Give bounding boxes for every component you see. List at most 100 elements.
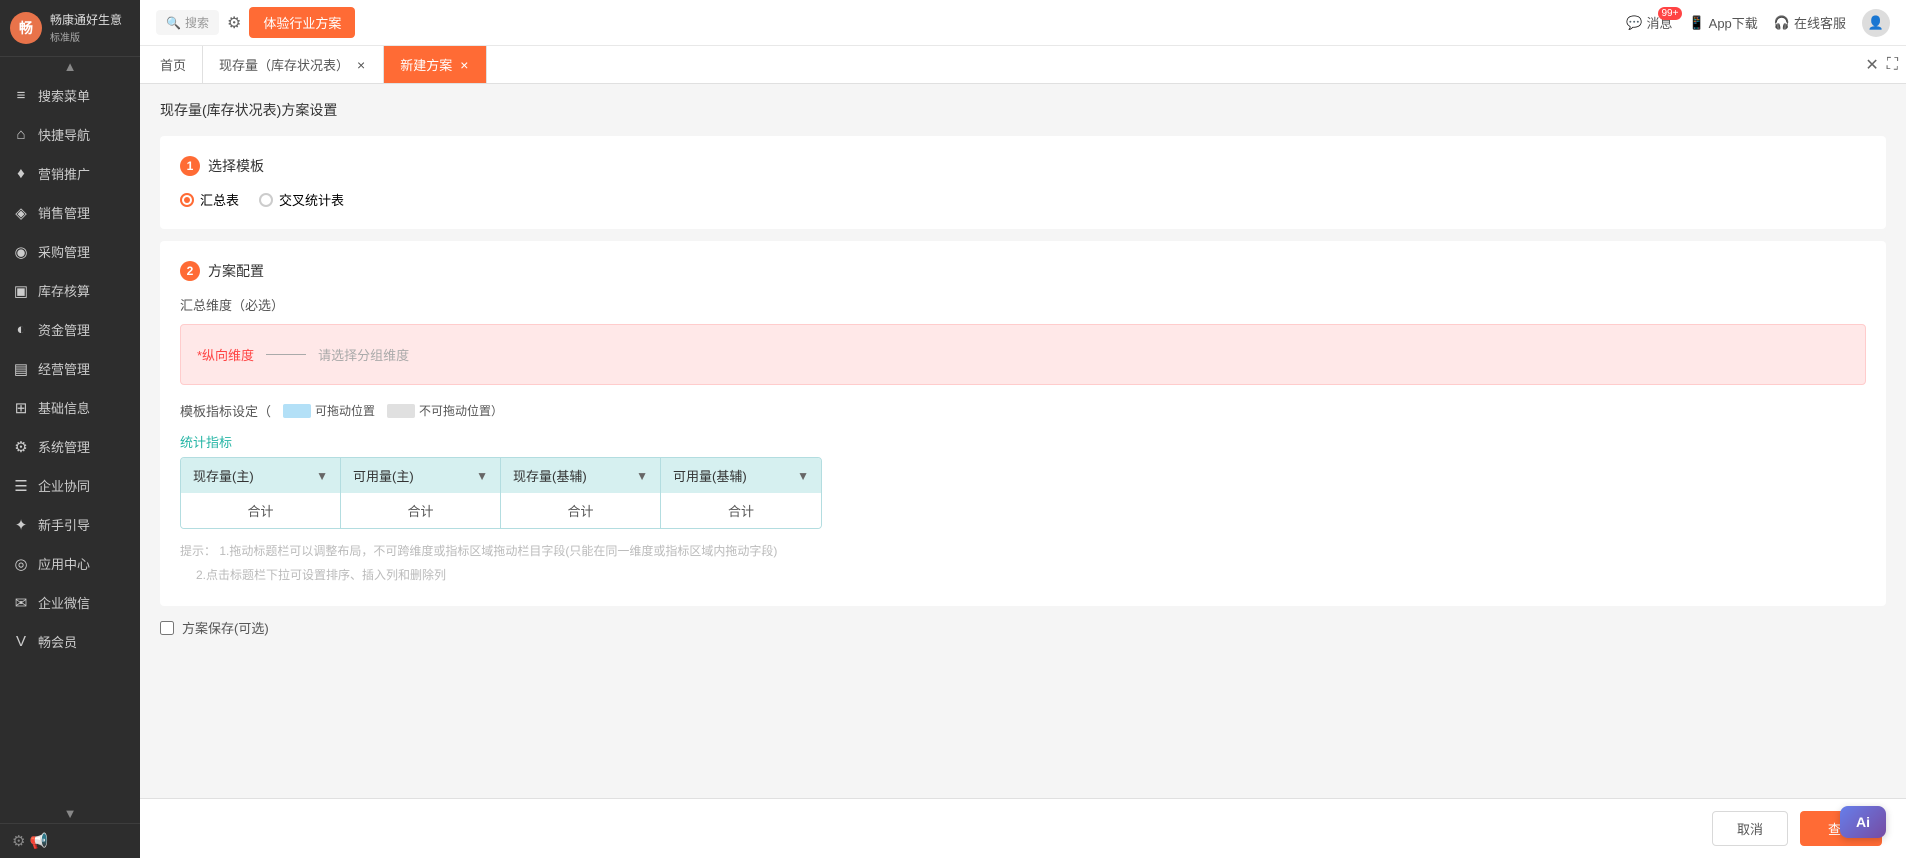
tab-fullscreen-btn[interactable]: ⛶: [1887, 56, 1898, 74]
stats-col-dropdown-3[interactable]: ▼: [797, 469, 809, 483]
sidebar-label-11: 新手引导: [38, 515, 90, 534]
tab-0[interactable]: 首页: [140, 46, 203, 83]
dimension-section-label: 汇总维度（必选）: [180, 295, 1866, 314]
search-input[interactable]: 🔍 搜索: [156, 10, 219, 35]
sidebar-item-10[interactable]: ☰ 企业协同: [0, 466, 140, 505]
tab-2[interactable]: 新建方案×: [384, 46, 487, 83]
sidebar-icon-12: ◎: [12, 555, 30, 573]
dimension-area: *纵向维度 请选择分组维度: [180, 324, 1866, 385]
stats-col-label-0: 现存量(主): [193, 466, 254, 485]
sidebar-label-6: 资金管理: [38, 320, 90, 339]
online-service-btn[interactable]: 🎧 在线客服: [1774, 13, 1846, 32]
tips-area: 提示： 1.拖动标题栏可以调整布局，不可跨维度或指标区域拖动栏目字段(只能在同一…: [180, 541, 1866, 586]
tab-close-all-btn[interactable]: ✕: [1865, 55, 1878, 75]
topbar-right: 💬 消息 99+ 📱 App下载 🎧 在线客服 👤: [1626, 9, 1890, 37]
topbar-left: 🔍 搜索 ⚙ 体验行业方案: [156, 7, 1614, 38]
stats-table-header: 现存量(主) ▼ 可用量(主) ▼ 现存量(基辅) ▼ 可用量(基辅) ▼: [181, 458, 821, 493]
stats-section: 统计指标 现存量(主) ▼ 可用量(主) ▼ 现存量(基辅) ▼ 可用量(基辅)…: [180, 432, 1866, 529]
sidebar-item-11[interactable]: ✦ 新手引导: [0, 505, 140, 544]
sidebar-icon-0: ≡: [12, 87, 30, 105]
sidebar-icon-9: ⚙: [12, 438, 30, 456]
dimension-row: *纵向维度 请选择分组维度: [197, 345, 1849, 364]
tab-close-1[interactable]: ×: [355, 57, 367, 73]
step2-card: 2 方案配置 汇总维度（必选） *纵向维度 请选择分组维度 模板指标设定（ 可拖…: [160, 241, 1886, 606]
sidebar-item-9[interactable]: ⚙ 系统管理: [0, 427, 140, 466]
sidebar-item-0[interactable]: ≡ 搜索菜单: [0, 76, 140, 115]
stats-body-col-0: 合计: [181, 493, 341, 528]
messages-badge: 99+: [1658, 7, 1683, 20]
logo-name: 畅康通好生意: [50, 12, 122, 29]
non-draggable-label: 不可拖动位置）: [419, 402, 503, 419]
stats-col-label-3: 可用量(基辅): [673, 466, 747, 485]
step2-title: 方案配置: [208, 261, 264, 281]
stats-col-dropdown-0[interactable]: ▼: [316, 469, 328, 483]
message-icon: 💬: [1626, 15, 1642, 31]
stats-col-dropdown-2[interactable]: ▼: [636, 469, 648, 483]
sidebar-scroll-down[interactable]: ▼: [0, 804, 140, 823]
app-download-label: App下载: [1709, 13, 1758, 32]
sidebar-item-6[interactable]: ◐ 资金管理: [0, 310, 140, 349]
radio-item-0[interactable]: 汇总表: [180, 190, 239, 209]
online-service-label: 在线客服: [1794, 13, 1846, 32]
indicators-label: 模板指标设定（: [180, 401, 271, 420]
dimension-required-label: *纵向维度: [197, 345, 254, 364]
search-icon: 🔍: [166, 16, 181, 30]
tab-label-0: 首页: [160, 55, 186, 74]
logo-sub: 标准版: [50, 29, 122, 44]
sidebar-bottom: ⚙ 📢: [0, 823, 140, 858]
sidebar-icon-14: V: [12, 633, 30, 651]
topbar: 🔍 搜索 ⚙ 体验行业方案 💬 消息 99+ 📱 App下载 🎧 在线客服: [140, 0, 1906, 46]
settings-icon[interactable]: ⚙: [12, 832, 25, 850]
sidebar-icon-5: ▣: [12, 282, 30, 300]
sidebar-scroll-up[interactable]: ▲: [0, 57, 140, 76]
tab-close-2[interactable]: ×: [458, 57, 470, 73]
app-download-btn[interactable]: 📱 App下载: [1688, 13, 1757, 32]
stats-col-dropdown-1[interactable]: ▼: [476, 469, 488, 483]
messages-btn[interactable]: 💬 消息 99+: [1626, 13, 1672, 32]
sidebar-item-2[interactable]: ♦ 营销推广: [0, 154, 140, 193]
tip-item-0: 提示： 1.拖动标题栏可以调整布局，不可跨维度或指标区域拖动栏目字段(只能在同一…: [180, 541, 1866, 563]
page-title: 现存量(库存状况表)方案设置: [160, 100, 1886, 120]
speaker-icon[interactable]: 📢: [29, 832, 48, 850]
sidebar-item-5[interactable]: ▣ 库存核算: [0, 271, 140, 310]
tabs-actions: ✕ ⛶: [1857, 46, 1906, 83]
sidebar-icon-4: ◉: [12, 243, 30, 261]
radio-item-1[interactable]: 交叉统计表: [259, 190, 344, 209]
sidebar-item-8[interactable]: ⊞ 基础信息: [0, 388, 140, 427]
stats-body-col-3: 合计: [661, 493, 821, 528]
stats-table-body: 合计合计合计合计: [181, 493, 821, 528]
sidebar-icon-6: ◐: [12, 321, 30, 339]
sidebar-item-13[interactable]: ✉ 企业微信: [0, 583, 140, 622]
sidebar-label-10: 企业协同: [38, 476, 90, 495]
sidebar-item-14[interactable]: V 畅会员: [0, 622, 140, 661]
trial-button[interactable]: 体验行业方案: [249, 7, 355, 38]
sidebar-item-3[interactable]: ◈ 销售管理: [0, 193, 140, 232]
stats-header-col-3: 可用量(基辅) ▼: [661, 458, 821, 493]
step2-header: 2 方案配置: [180, 261, 1866, 281]
ai-button[interactable]: Ai: [1840, 806, 1886, 838]
sidebar-item-7[interactable]: ▤ 经营管理: [0, 349, 140, 388]
stats-col-label-1: 可用量(主): [353, 466, 414, 485]
sidebar-label-7: 经营管理: [38, 359, 90, 378]
sidebar-label-8: 基础信息: [38, 398, 90, 417]
stats-header-col-2: 现存量(基辅) ▼: [501, 458, 661, 493]
sidebar-label-5: 库存核算: [38, 281, 90, 300]
indicators-row: 模板指标设定（ 可拖动位置 不可拖动位置）: [180, 401, 1866, 420]
logo-icon: 畅: [10, 12, 42, 44]
sidebar-label-0: 搜索菜单: [38, 86, 90, 105]
sidebar-item-1[interactable]: ⌂ 快捷导航: [0, 115, 140, 154]
sidebar-item-12[interactable]: ◎ 应用中心: [0, 544, 140, 583]
dimension-placeholder[interactable]: 请选择分组维度: [318, 345, 409, 364]
step1-num: 1: [180, 156, 200, 176]
stats-col-label-2: 现存量(基辅): [513, 466, 587, 485]
sidebar-label-13: 企业微信: [38, 593, 90, 612]
sidebar-item-4[interactable]: ◉ 采购管理: [0, 232, 140, 271]
tab-1[interactable]: 现存量（库存状况表）×: [203, 46, 384, 83]
save-checkbox[interactable]: [160, 621, 174, 635]
gear-button[interactable]: ⚙: [227, 13, 241, 33]
sidebar-label-2: 营销推广: [38, 164, 90, 183]
user-avatar[interactable]: 👤: [1862, 9, 1890, 37]
step1-title: 选择模板: [208, 156, 264, 176]
cancel-button[interactable]: 取消: [1712, 811, 1788, 846]
bottom-bar: 取消 查询: [140, 798, 1906, 858]
